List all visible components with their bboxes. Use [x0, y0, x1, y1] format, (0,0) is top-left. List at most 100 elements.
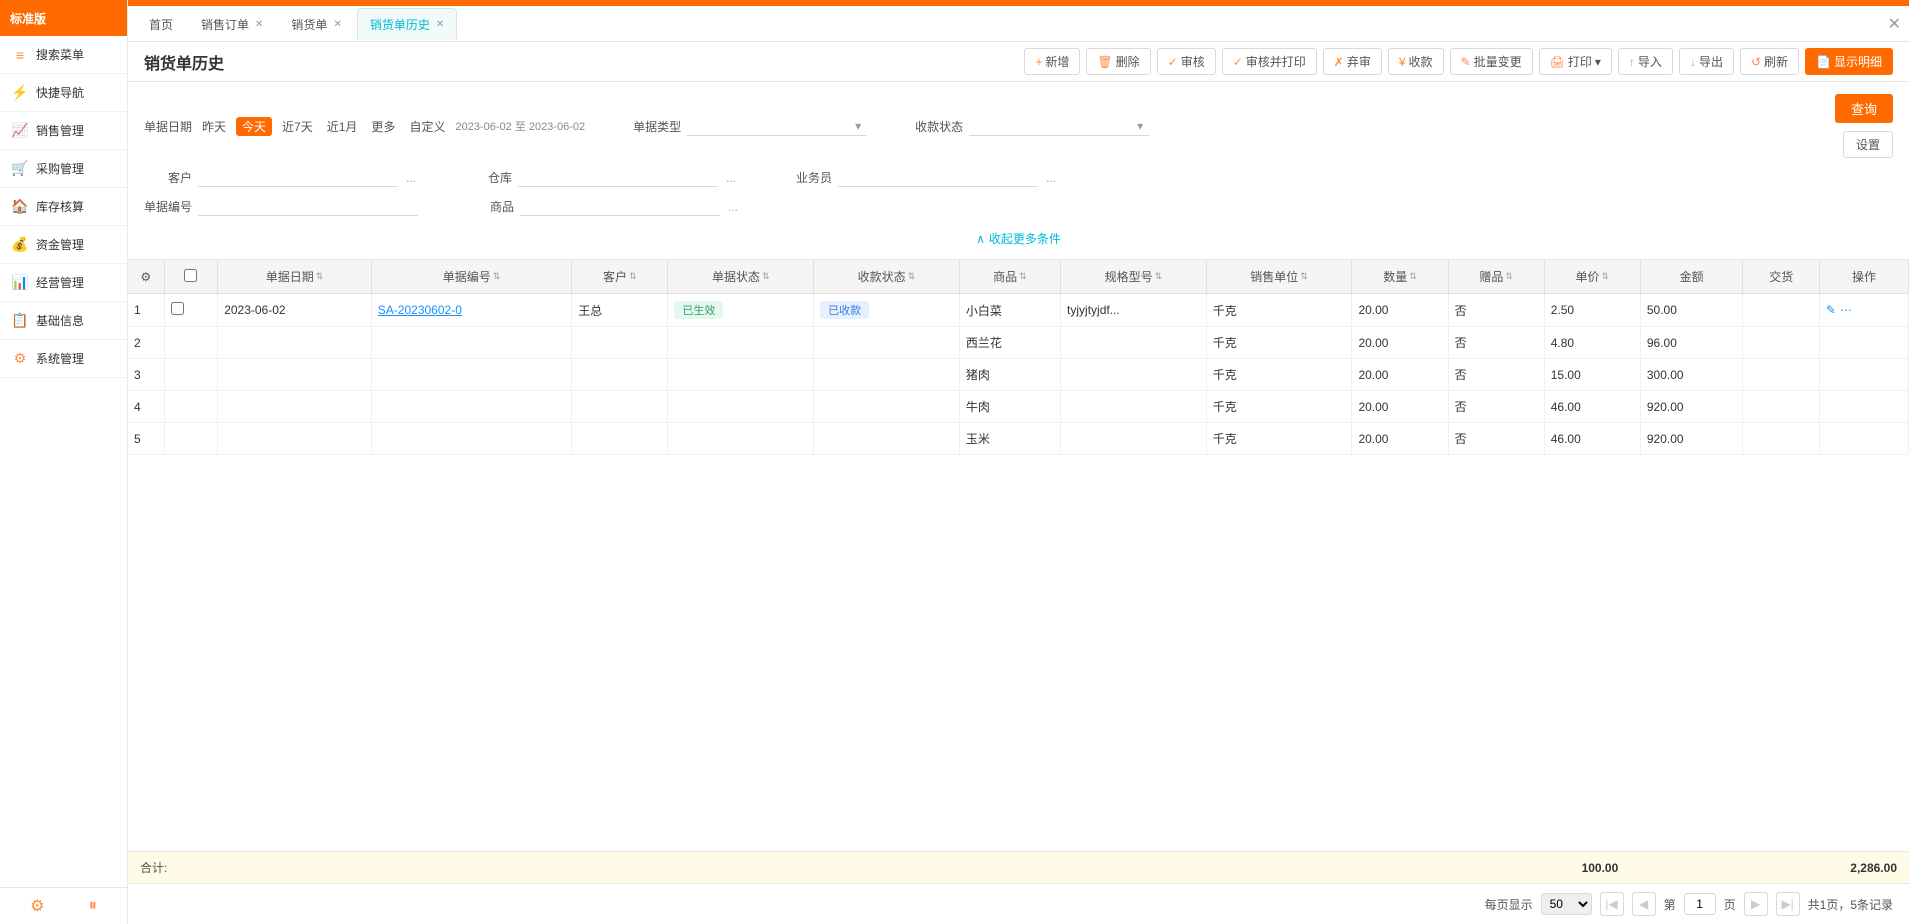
- abandon-button[interactable]: ✗ 弃审: [1323, 48, 1382, 75]
- th-goods[interactable]: 商品⇅: [959, 260, 1060, 294]
- th-price[interactable]: 单价⇅: [1544, 260, 1640, 294]
- goods-input[interactable]: [520, 197, 720, 216]
- goods-ellipsis[interactable]: ...: [728, 200, 738, 214]
- per-page-select[interactable]: 50 100 200: [1541, 893, 1592, 915]
- cell-doc-no[interactable]: [371, 423, 571, 455]
- batch-change-label: 批量变更: [1474, 53, 1522, 70]
- th-date[interactable]: 单据日期⇅: [218, 260, 372, 294]
- cell-date: 2023-06-02: [218, 294, 372, 327]
- sidebar-item-finance-mgmt[interactable]: 💰 资金管理: [0, 226, 127, 264]
- collapse-btn[interactable]: ∧ 收起更多条件: [144, 226, 1893, 251]
- refresh-button[interactable]: ↺ 刷新: [1740, 48, 1799, 75]
- staff-ellipsis[interactable]: ...: [1046, 171, 1056, 185]
- doc-no-input[interactable]: [198, 197, 418, 216]
- show-detail-button[interactable]: 📄 显示明细: [1805, 48, 1893, 75]
- select-all-checkbox[interactable]: [184, 269, 197, 282]
- last-page-btn[interactable]: ▶|: [1776, 892, 1800, 916]
- sidebar-item-sales-mgmt[interactable]: 📈 销售管理: [0, 112, 127, 150]
- sidebar-item-purchase-mgmt[interactable]: 🛒 采购管理: [0, 150, 127, 188]
- sidebar-item-label: 基础信息: [36, 312, 84, 329]
- cell-checkbox[interactable]: [164, 294, 218, 327]
- th-gift[interactable]: 赠品⇅: [1448, 260, 1544, 294]
- tab-sales-history[interactable]: 销货单历史 ✕: [357, 8, 457, 40]
- tab-sales-order[interactable]: 销售订单 ✕: [188, 8, 276, 40]
- th-collect-status[interactable]: 收款状态⇅: [814, 260, 960, 294]
- sidebar-item-basic-info[interactable]: 📋 基础信息: [0, 302, 127, 340]
- sidebar-item-label: 资金管理: [36, 236, 84, 253]
- doc-no-link[interactable]: SA-20230602-0: [378, 303, 462, 317]
- setting-button[interactable]: 设置: [1843, 131, 1893, 158]
- warehouse-input[interactable]: [518, 168, 718, 187]
- settings-bottom-icon[interactable]: ⚙: [30, 896, 44, 916]
- cell-ops: ✎⋯: [1819, 294, 1908, 327]
- sidebar-item-inventory-calc[interactable]: 🏠 库存核算: [0, 188, 127, 226]
- tab-close-sales-history[interactable]: ✕: [436, 19, 444, 30]
- th-customer[interactable]: 客户⇅: [572, 260, 668, 294]
- th-doc-no[interactable]: 单据编号⇅: [371, 260, 571, 294]
- staff-input[interactable]: [838, 168, 1038, 187]
- sidebar-item-quick-nav[interactable]: ⚡ 快捷导航: [0, 74, 127, 112]
- export-button[interactable]: ↓ 导出: [1679, 48, 1734, 75]
- audit-print-button[interactable]: ✓ 审核并打印: [1222, 48, 1317, 75]
- th-amount[interactable]: 金额: [1640, 260, 1743, 294]
- cell-doc-no[interactable]: [371, 359, 571, 391]
- sidebar-item-search-menu[interactable]: ≡ 搜索菜单: [0, 36, 127, 74]
- cell-checkbox[interactable]: [164, 359, 218, 391]
- th-unit[interactable]: 销售单位⇅: [1206, 260, 1352, 294]
- shortcut-1month[interactable]: 近1月: [323, 117, 362, 136]
- shortcut-yesterday[interactable]: 昨天: [198, 117, 230, 136]
- tab-close-sales-order[interactable]: ✕: [255, 19, 263, 30]
- th-checkbox[interactable]: [164, 260, 218, 294]
- th-settings[interactable]: ⚙: [128, 260, 164, 294]
- cell-gift: 否: [1448, 327, 1544, 359]
- delete-button[interactable]: 🗑 删除: [1086, 48, 1150, 75]
- doc-type-select[interactable]: [687, 117, 867, 136]
- filter-right-actions: 查询 设置: [1835, 94, 1893, 158]
- cell-checkbox[interactable]: [164, 423, 218, 455]
- prev-page-btn[interactable]: ◀: [1632, 892, 1656, 916]
- new-button[interactable]: + 新增: [1024, 48, 1080, 75]
- inventory-icon: 🏠: [12, 199, 28, 215]
- cell-checkbox[interactable]: [164, 391, 218, 423]
- shortcut-custom[interactable]: 自定义: [405, 117, 449, 136]
- shortcut-today[interactable]: 今天: [236, 117, 272, 136]
- th-qty[interactable]: 数量⇅: [1352, 260, 1448, 294]
- warehouse-ellipsis[interactable]: ...: [726, 171, 736, 185]
- cell-doc-no[interactable]: [371, 327, 571, 359]
- th-amount-label: 金额: [1680, 270, 1704, 284]
- cell-checkbox[interactable]: [164, 327, 218, 359]
- audit-button[interactable]: ✓ 审核: [1157, 48, 1216, 75]
- pause-bottom-icon[interactable]: ⏸: [89, 897, 97, 915]
- query-button[interactable]: 查询: [1835, 94, 1893, 123]
- th-delivery[interactable]: 交货: [1743, 260, 1819, 294]
- shortcut-7days[interactable]: 近7天: [278, 117, 317, 136]
- page-input[interactable]: [1684, 893, 1716, 915]
- cell-seq: 1: [128, 294, 164, 327]
- ops-btn-0[interactable]: ✎: [1826, 303, 1836, 317]
- cell-doc-no[interactable]: [371, 391, 571, 423]
- th-doc-status[interactable]: 单据状态⇅: [668, 260, 814, 294]
- batch-change-button[interactable]: ✎ 批量变更: [1450, 48, 1533, 75]
- print-button[interactable]: 🖨 打印 ▾: [1539, 48, 1612, 75]
- collect-button[interactable]: ¥ 收款: [1388, 48, 1444, 75]
- import-button[interactable]: ↑ 导入: [1618, 48, 1673, 75]
- cell-collect-status: [814, 327, 960, 359]
- cell-doc-no[interactable]: SA-20230602-0: [371, 294, 571, 327]
- first-page-btn[interactable]: |◀: [1600, 892, 1624, 916]
- customer-ellipsis[interactable]: ...: [406, 171, 416, 185]
- sidebar-item-operations-mgmt[interactable]: 📊 经营管理: [0, 264, 127, 302]
- tab-bar-close-btn[interactable]: ✕: [1888, 14, 1901, 34]
- th-spec[interactable]: 规格型号⇅: [1061, 260, 1207, 294]
- collect-status-select[interactable]: [969, 117, 1149, 136]
- customer-input[interactable]: [198, 168, 398, 187]
- shortcut-more[interactable]: 更多: [367, 117, 399, 136]
- row-checkbox[interactable]: [171, 302, 184, 315]
- ops-btn-1[interactable]: ⋯: [1840, 303, 1852, 317]
- tab-close-sales-goods[interactable]: ✕: [333, 19, 341, 30]
- sidebar-item-label: 采购管理: [36, 160, 84, 177]
- next-page-btn[interactable]: ▶: [1744, 892, 1768, 916]
- filter-row-2: 客户 ... 仓库 ... 业务员 ...: [144, 168, 1893, 187]
- tab-home[interactable]: 首页: [136, 8, 186, 40]
- tab-sales-goods[interactable]: 销货单 ✕: [278, 8, 354, 40]
- sidebar-item-sys-mgmt[interactable]: ⚙ 系统管理: [0, 340, 127, 378]
